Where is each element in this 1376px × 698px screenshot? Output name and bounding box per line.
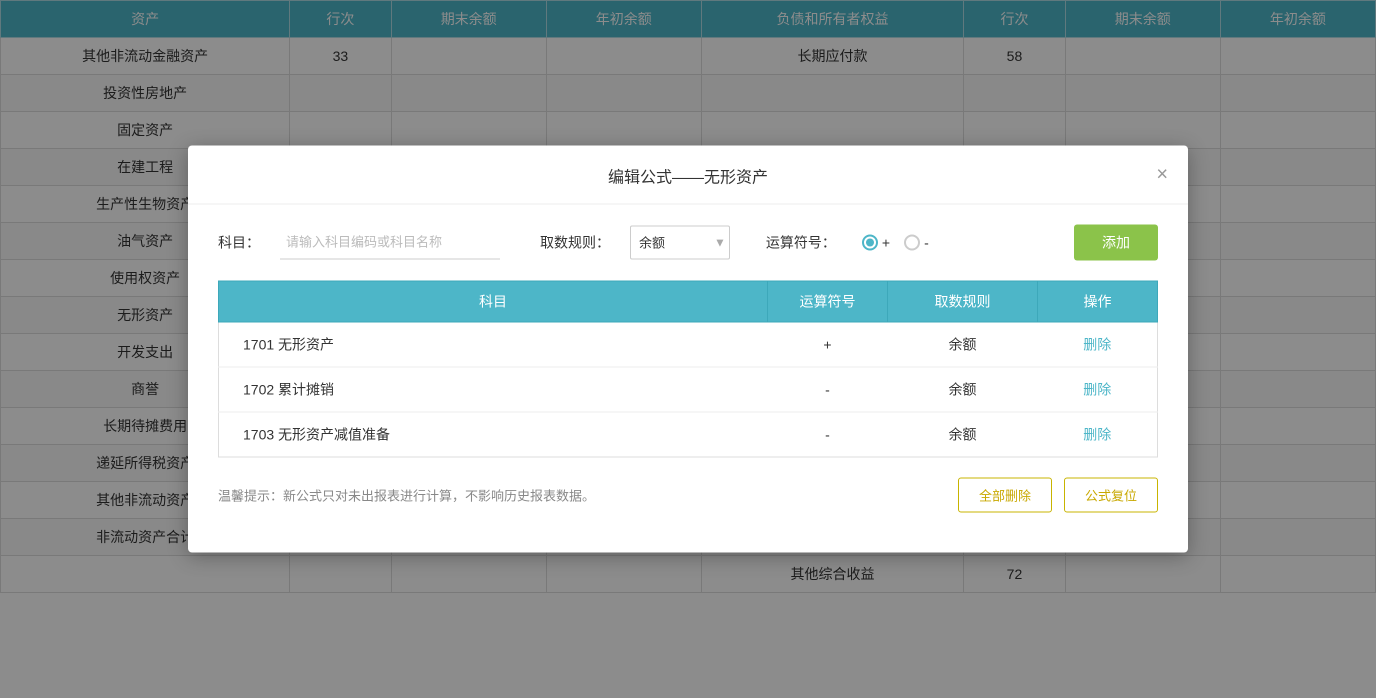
formula-form: 科目： 取数规则： 余额 借方 贷方 借方发生额 贷方发生额 ▼ 运算符号： +…: [188, 205, 1188, 281]
formula-action-cell: 删除: [1038, 367, 1158, 412]
subject-input[interactable]: [280, 226, 500, 260]
formula-table-row: 1702 累计摊销-余额 删除: [219, 367, 1158, 412]
table-header-subject: 科目: [219, 281, 768, 322]
modal-close-button[interactable]: ×: [1156, 165, 1168, 185]
rule-label: 取数规则：: [540, 233, 610, 253]
formula-subject-cell: 1702 累计摊销: [219, 367, 768, 412]
plus-radio-circle: [862, 235, 878, 251]
operator-radio-group: + -: [862, 235, 929, 251]
delete-all-button[interactable]: 全部删除: [958, 478, 1052, 513]
operator-minus-radio[interactable]: -: [904, 235, 929, 251]
modal-header: 编辑公式——无形资产 ×: [188, 146, 1188, 205]
formula-operator-cell: +: [768, 322, 888, 367]
rule-select[interactable]: 余额 借方 贷方 借方发生额 贷方发生额: [630, 226, 730, 260]
formula-table-row: 1703 无形资产减值准备-余额 删除: [219, 412, 1158, 457]
table-header-action: 操作: [1038, 281, 1158, 322]
modal-title: 编辑公式——无形资产: [608, 164, 768, 188]
operator-label: 运算符号：: [766, 233, 836, 253]
formula-action-cell: 删除: [1038, 412, 1158, 457]
add-button[interactable]: 添加: [1074, 225, 1158, 261]
table-header-rule: 取数规则: [888, 281, 1038, 322]
formula-rule-cell: 余额: [888, 412, 1038, 457]
formula-delete-link[interactable]: 删除: [1083, 427, 1111, 443]
formula-table: 科目 运算符号 取数规则 操作 1701 无形资产+余额删除1702 累计摊销-…: [218, 281, 1158, 458]
formula-rule-cell: 余额: [888, 367, 1038, 412]
formula-operator-cell: -: [768, 367, 888, 412]
minus-radio-label: -: [924, 235, 929, 251]
footer-tip: 温馨提示：新公式只对未出报表进行计算，不影响历史报表数据。: [218, 486, 595, 505]
rule-select-wrap: 余额 借方 贷方 借方发生额 贷方发生额 ▼: [630, 226, 726, 260]
minus-radio-circle: [904, 235, 920, 251]
edit-formula-modal: 编辑公式——无形资产 × 科目： 取数规则： 余额 借方 贷方 借方发生额 贷方…: [188, 146, 1188, 553]
footer-buttons: 全部删除 公式复位: [958, 478, 1158, 513]
formula-subject-cell: 1701 无形资产: [219, 322, 768, 367]
formula-reset-button[interactable]: 公式复位: [1064, 478, 1158, 513]
formula-subject-cell: 1703 无形资产减值准备: [219, 412, 768, 457]
formula-action-cell: 删除: [1038, 322, 1158, 367]
formula-delete-link[interactable]: 删除: [1083, 337, 1111, 353]
formula-operator-cell: -: [768, 412, 888, 457]
operator-plus-radio[interactable]: +: [862, 235, 890, 251]
formula-delete-link[interactable]: 删除: [1083, 382, 1111, 398]
plus-radio-label: +: [882, 235, 890, 251]
modal-table-wrap: 科目 运算符号 取数规则 操作 1701 无形资产+余额删除1702 累计摊销-…: [188, 281, 1188, 458]
table-header-operator: 运算符号: [768, 281, 888, 322]
formula-table-row: 1701 无形资产+余额 删除: [219, 322, 1158, 367]
modal-footer: 温馨提示：新公式只对未出报表进行计算，不影响历史报表数据。 全部删除 公式复位: [188, 458, 1188, 523]
formula-rule-cell: 余额: [888, 322, 1038, 367]
subject-label: 科目：: [218, 233, 260, 253]
